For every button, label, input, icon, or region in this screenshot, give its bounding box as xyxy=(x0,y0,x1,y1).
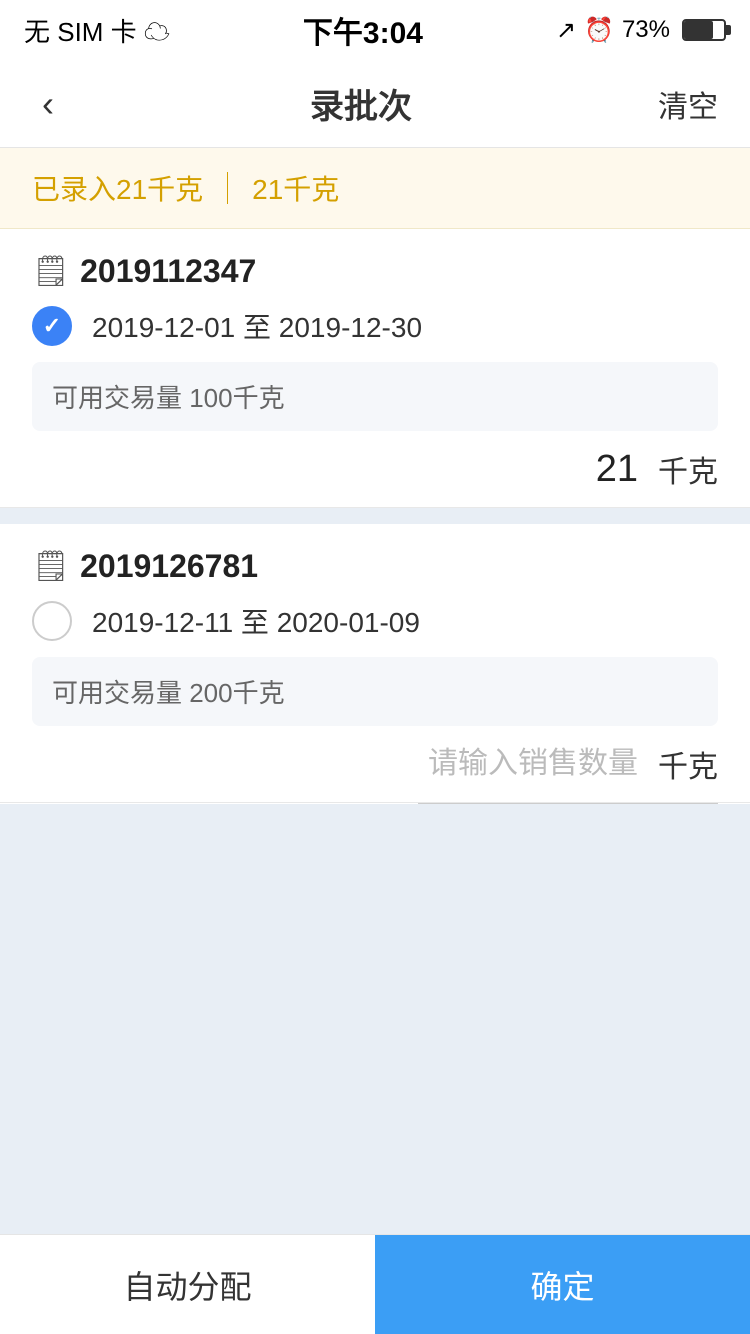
available-row-2: 可用交易量 200千克 xyxy=(32,657,718,726)
status-right: ↗ ⏰ 73% xyxy=(556,16,726,45)
quantity-value-1: 21 xyxy=(596,448,638,491)
quantity-unit-2: 千克 xyxy=(658,742,718,786)
battery-percent: 73% xyxy=(622,16,670,44)
batch-date-2: 2019-12-11 至 2020-01-09 xyxy=(92,601,420,641)
page-title: 录批次 xyxy=(310,79,412,128)
summary-divider xyxy=(227,172,228,204)
batch-number-1: 2019112347 xyxy=(80,253,256,290)
location-icon: ↗ xyxy=(556,16,576,45)
status-left: 无 SIM 卡 ☁ xyxy=(24,12,170,49)
no-sim-label: 无 SIM 卡 ☁ xyxy=(24,12,170,49)
available-text-1: 可用交易量 100千克 xyxy=(52,383,285,413)
available-row-1: 可用交易量 100千克 xyxy=(32,362,718,431)
battery-icon xyxy=(682,19,726,41)
check-icon-1: ✓ xyxy=(43,313,61,339)
alarm-icon: ⏰ xyxy=(584,16,614,45)
quantity-row-1: 21 千克 xyxy=(0,431,750,508)
batch-number-2: 2019126781 xyxy=(80,548,258,585)
batch-icon-2: 🗒 xyxy=(32,549,70,584)
summary-bar: 已录入21千克 21千克 xyxy=(0,148,750,229)
radio-batch-2[interactable]: ✓ xyxy=(32,601,72,641)
available-text-2: 可用交易量 200千克 xyxy=(52,678,285,708)
batch-date-1: 2019-12-01 至 2019-12-30 xyxy=(92,306,422,346)
confirm-button[interactable]: 确定 xyxy=(375,1235,750,1334)
nav-bar: ‹ 录批次 清空 xyxy=(0,60,750,148)
empty-area xyxy=(0,804,750,1234)
summary-value: 21千克 xyxy=(252,168,339,208)
clear-button[interactable]: 清空 xyxy=(658,82,718,126)
radio-batch-1[interactable]: ✓ xyxy=(32,306,72,346)
batch-card-1: 🗒 2019112347 ✓ 2019-12-01 至 2019-12-30 可… xyxy=(0,229,750,508)
batch-icon-1: 🗒 xyxy=(32,254,70,289)
bottom-bar: 自动分配 确定 xyxy=(0,1234,750,1334)
section-divider xyxy=(0,508,750,524)
quantity-unit-1: 千克 xyxy=(658,447,718,491)
auto-distribute-button[interactable]: 自动分配 xyxy=(0,1235,375,1334)
status-time: 下午3:04 xyxy=(303,8,423,52)
quantity-input-2[interactable] xyxy=(338,747,638,781)
quantity-input-row-2[interactable]: 千克 xyxy=(0,726,750,803)
summary-label: 已录入21千克 xyxy=(32,168,203,208)
batch-card-2: 🗒 2019126781 ✓ 2019-12-11 至 2020-01-09 可… xyxy=(0,524,750,804)
back-button[interactable]: ‹ xyxy=(32,73,64,135)
status-bar: 无 SIM 卡 ☁ 下午3:04 ↗ ⏰ 73% xyxy=(0,0,750,60)
